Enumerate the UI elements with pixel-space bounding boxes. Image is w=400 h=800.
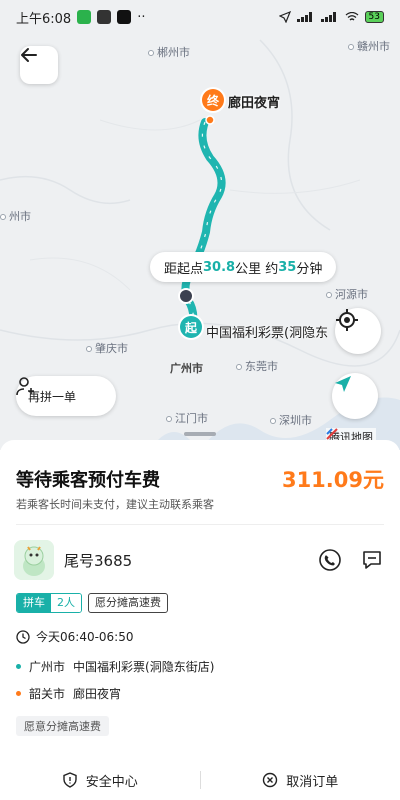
add-user-icon — [16, 377, 34, 396]
cancel-order-label: 取消订单 — [286, 774, 339, 790]
shield-icon — [63, 772, 77, 788]
pickup-stop: 广州市 中国福利彩票(洞隐东街店) — [16, 658, 214, 675]
locate-button[interactable] — [335, 308, 381, 354]
map-view[interactable]: 郴州市 赣州市 州市 河源市 肇庆市 东莞市 广州市 江门市 深圳市 终 廊田夜… — [0, 0, 400, 450]
clock-icon — [16, 629, 30, 644]
location-arrow-icon — [278, 11, 291, 23]
dropoff-dot-icon — [16, 691, 21, 696]
end-location-label: 廊田夜宵 — [228, 96, 281, 111]
end-marker-icon: 终 — [202, 89, 224, 111]
city-label: 河源市 — [326, 286, 368, 302]
wifi-icon — [345, 12, 358, 21]
more-notifications: ·· — [137, 9, 146, 25]
pickup-time-text: 今天06:40-06:50 — [36, 630, 134, 644]
dropoff-stop: 韶关市 廊田夜宵 — [16, 685, 121, 702]
safety-center-label: 安全中心 — [85, 774, 138, 790]
distance-minutes: 35 — [278, 259, 297, 275]
driver-location-icon — [178, 288, 194, 304]
start-marker-icon: 起 — [180, 316, 202, 338]
carpool-tag: 拼车 2人 — [16, 593, 82, 613]
wechat-icon — [77, 10, 92, 24]
status-bar: 上午6:08 ·· 53 — [0, 0, 400, 34]
fee-share-tag: 愿分摊高速费 — [88, 593, 168, 613]
distance-min-unit: 分钟 — [296, 261, 323, 277]
distance-prefix: 距起点 — [164, 261, 204, 277]
app-notification-icon — [97, 10, 112, 24]
dragon-avatar-icon — [14, 540, 54, 580]
order-status-title: 等待乘客预付车费 — [16, 470, 160, 491]
city-label: 赣州市 — [348, 38, 390, 54]
cancel-order-button[interactable]: 取消订单 — [201, 771, 400, 790]
repool-button[interactable]: 再拼一单 — [16, 376, 116, 416]
carpool-label: 拼车 — [17, 594, 51, 612]
city-label: 郴州市 — [148, 44, 190, 60]
safety-center-button[interactable]: 安全中心 — [0, 771, 200, 790]
navigation-arrow-icon — [335, 376, 351, 392]
start-location-label: 中国福利彩票(洞隐东 — [206, 326, 329, 341]
city-label: 肇庆市 — [86, 340, 128, 356]
pickup-city: 广州市 — [29, 660, 66, 674]
back-button[interactable] — [20, 46, 58, 84]
order-sheet: 等待乘客预付车费 311.09元 若乘客长时间未支付，建议主动联系乘客 尾号36… — [0, 432, 400, 800]
status-time: 上午6:08 — [16, 11, 72, 27]
battery-icon: 53 — [364, 11, 384, 23]
city-label: 州市 — [0, 208, 31, 224]
order-subtitle: 若乘客长时间未支付，建议主动联系乘客 — [16, 498, 214, 511]
dropoff-place: 廊田夜宵 — [73, 687, 122, 701]
city-label: 深圳市 — [270, 412, 312, 428]
city-label: 江门市 — [166, 410, 208, 426]
distance-bubble: 距起点 30.8 公里 约 35 分钟 — [150, 252, 337, 282]
sheet-drag-handle[interactable] — [184, 432, 216, 436]
distance-km-unit: 公里 约 — [235, 261, 279, 277]
passenger-tail-number: 尾号3685 — [64, 552, 133, 570]
arrow-left-icon — [21, 48, 37, 62]
phone-icon[interactable] — [318, 548, 342, 572]
pickup-place: 中国福利彩票(洞隐东街店) — [73, 660, 215, 674]
divider — [16, 524, 384, 525]
footer-actions: 安全中心 取消订单 — [0, 760, 400, 800]
close-circle-icon — [263, 772, 278, 788]
city-label: 东莞市 — [236, 358, 278, 374]
order-price: 311.09元 — [281, 468, 384, 492]
fee-note: 愿意分摊高速费 — [16, 716, 109, 736]
passenger-count: 2人 — [51, 594, 81, 612]
signal-icon — [296, 12, 312, 22]
message-icon[interactable] — [360, 548, 384, 572]
city-label: 广州市 — [170, 362, 203, 375]
navigate-button[interactable] — [332, 373, 378, 419]
signal-icon-2 — [320, 12, 336, 22]
dropoff-city: 韶关市 — [29, 687, 66, 701]
tiktok-icon — [117, 10, 132, 24]
distance-km: 30.8 — [203, 259, 236, 275]
tencent-map-icon — [326, 428, 338, 440]
avatar[interactable] — [14, 540, 54, 580]
tag-row: 拼车 2人 愿分摊高速费 — [16, 593, 168, 613]
crosshair-icon — [336, 309, 358, 331]
pickup-dot-icon — [16, 664, 21, 669]
pickup-time: 今天06:40-06:50 — [16, 628, 134, 645]
